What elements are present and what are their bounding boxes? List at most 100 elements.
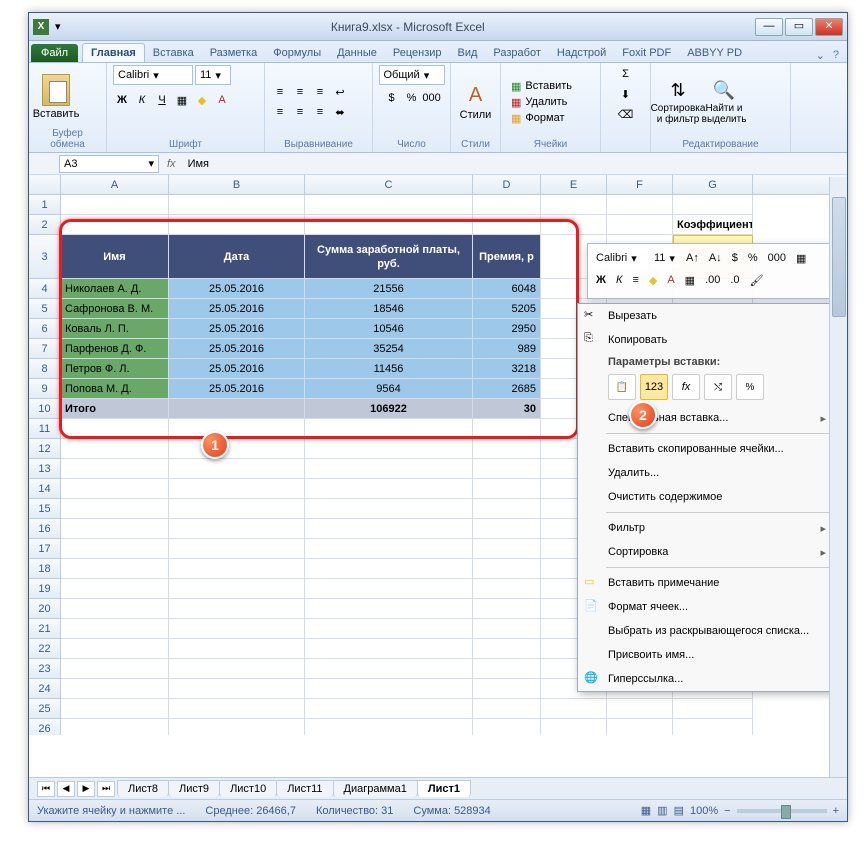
ctx-hyperlink[interactable]: 🌐Гиперссылка...	[578, 667, 834, 691]
cell-name[interactable]: Парфенов Д. Ф.	[61, 339, 169, 359]
row-2[interactable]: 2	[29, 215, 61, 235]
row-head[interactable]: 9	[29, 379, 61, 399]
fill-button[interactable]: ⬇	[617, 85, 635, 103]
font-name-combo[interactable]: Calibri▾	[113, 65, 193, 85]
zoom-out[interactable]: −	[724, 805, 730, 817]
ribbon-minimize-icon[interactable]: ⌄	[816, 49, 825, 62]
worksheet-grid[interactable]: A B C D E F G 1 2Коэффициент 3 Имя Дата …	[29, 175, 847, 735]
paste-opt-transpose[interactable]: ⤭	[704, 374, 732, 400]
view-layout-icon[interactable]: ▥	[657, 804, 667, 817]
clear-button[interactable]: ⌫	[617, 105, 635, 123]
tab-abbyy[interactable]: ABBYY PD	[679, 44, 750, 62]
tab-data[interactable]: Данные	[329, 44, 385, 62]
mt-format-painter[interactable]: 🖌	[746, 270, 768, 290]
file-tab[interactable]: Файл	[31, 44, 78, 62]
cell-koef-label[interactable]: Коэффициент	[673, 215, 753, 235]
tab-home[interactable]: Главная	[82, 43, 145, 62]
tab-foxit[interactable]: Foxit PDF	[614, 44, 679, 62]
ctx-copy[interactable]: ⎘Копировать	[578, 328, 834, 352]
cell-salary[interactable]: 9564	[305, 379, 473, 399]
row-1[interactable]: 1	[29, 195, 61, 215]
border-button[interactable]: ▦	[173, 91, 191, 109]
cell-total-label[interactable]: Итого	[61, 399, 169, 419]
row-head[interactable]: 18	[29, 559, 61, 579]
paste-button[interactable]: Вставить	[35, 69, 77, 125]
cell-date[interactable]: 25.05.2016	[169, 299, 305, 319]
col-B[interactable]: B	[169, 175, 305, 194]
mt-inc[interactable]: .0	[726, 270, 743, 290]
cell-date[interactable]: 25.05.2016	[169, 279, 305, 299]
align-bot[interactable]: ≡	[311, 83, 329, 101]
mt-dec[interactable]: .00	[701, 270, 724, 290]
row-head[interactable]: 23	[29, 659, 61, 679]
cell-bonus[interactable]: 5205	[473, 299, 541, 319]
cell-date[interactable]: 25.05.2016	[169, 379, 305, 399]
number-format-combo[interactable]: Общий▾	[379, 65, 445, 85]
sheet-nav-last[interactable]: ⏭	[97, 781, 115, 797]
col-E[interactable]: E	[541, 175, 607, 194]
tab-insert[interactable]: Вставка	[145, 44, 202, 62]
paste-opt-formulas[interactable]: fx	[672, 374, 700, 400]
paste-opt-formatting[interactable]: %	[736, 374, 764, 400]
col-A[interactable]: A	[61, 175, 169, 194]
ctx-name[interactable]: Присвоить имя...	[578, 643, 834, 667]
mt-currency[interactable]: $	[728, 248, 742, 268]
cell-salary[interactable]: 10546	[305, 319, 473, 339]
zoom-in[interactable]: +	[833, 805, 839, 817]
ctx-dropdown[interactable]: Выбрать из раскрывающегося списка...	[578, 619, 834, 643]
formula-input[interactable]: Имя	[184, 158, 847, 170]
align-mid[interactable]: ≡	[291, 83, 309, 101]
font-size-combo[interactable]: 11▾	[195, 65, 231, 85]
header-date[interactable]: Дата	[169, 235, 305, 279]
align-right[interactable]: ≡	[311, 103, 329, 121]
sheet-tab-active[interactable]: Лист1	[417, 780, 471, 797]
mt-border2[interactable]: ▦	[681, 270, 699, 290]
sheet-nav-first[interactable]: ⏮	[37, 781, 55, 797]
row-10[interactable]: 10	[29, 399, 61, 419]
mt-italic[interactable]: К	[612, 270, 626, 290]
row-head[interactable]: 8	[29, 359, 61, 379]
cell-date[interactable]: 25.05.2016	[169, 359, 305, 379]
ctx-insert-copied[interactable]: Вставить скопированные ячейки...	[578, 437, 834, 461]
sheet-tab[interactable]: Лист10	[219, 780, 277, 797]
ctx-cut[interactable]: ✂Вырезать	[578, 304, 834, 328]
autosum-button[interactable]: Σ	[617, 65, 635, 83]
row-3[interactable]: 3	[29, 235, 61, 279]
row-head[interactable]: 16	[29, 519, 61, 539]
row-head[interactable]: 15	[29, 499, 61, 519]
cells-format[interactable]: ▦Формат	[507, 111, 576, 126]
row-head[interactable]: 13	[29, 459, 61, 479]
cell-bonus[interactable]: 6048	[473, 279, 541, 299]
styles-button[interactable]: AСтили	[457, 74, 494, 130]
row-head[interactable]: 7	[29, 339, 61, 359]
close-button[interactable]: ✕	[815, 18, 843, 36]
ctx-clear[interactable]: Очистить содержимое	[578, 485, 834, 509]
cell-salary[interactable]: 35254	[305, 339, 473, 359]
tab-view[interactable]: Вид	[450, 44, 486, 62]
mt-fill[interactable]: ◆	[645, 270, 661, 290]
row-head[interactable]: 25	[29, 699, 61, 719]
find-select-button[interactable]: 🔍Найти и выделить	[703, 74, 745, 130]
col-D[interactable]: D	[473, 175, 541, 194]
col-F[interactable]: F	[607, 175, 673, 194]
percent-button[interactable]: %	[403, 89, 421, 107]
header-salary[interactable]: Сумма заработной платы, руб.	[305, 235, 473, 279]
tab-formulas[interactable]: Формулы	[265, 44, 329, 62]
wrap-button[interactable]: ↩	[331, 83, 349, 101]
sheet-tab[interactable]: Лист11	[276, 780, 333, 797]
ctx-comment[interactable]: ▭Вставить примечание	[578, 571, 834, 595]
sheet-tab[interactable]: Диаграмма1	[333, 780, 418, 797]
cell-total-sal[interactable]: 106922	[305, 399, 473, 419]
currency-button[interactable]: $	[383, 89, 401, 107]
view-normal-icon[interactable]: ▦	[641, 804, 651, 817]
fx-icon[interactable]: fx	[167, 158, 176, 170]
cell-date[interactable]: 25.05.2016	[169, 339, 305, 359]
row-head[interactable]: 6	[29, 319, 61, 339]
cell-name[interactable]: Сафронова В. М.	[61, 299, 169, 319]
view-break-icon[interactable]: ▤	[674, 804, 684, 817]
cell-salary[interactable]: 11456	[305, 359, 473, 379]
mt-shrink[interactable]: A↓	[705, 248, 726, 268]
cell-name[interactable]: Попова М. Д.	[61, 379, 169, 399]
mt-bold[interactable]: Ж	[592, 270, 610, 290]
row-head[interactable]: 12	[29, 439, 61, 459]
